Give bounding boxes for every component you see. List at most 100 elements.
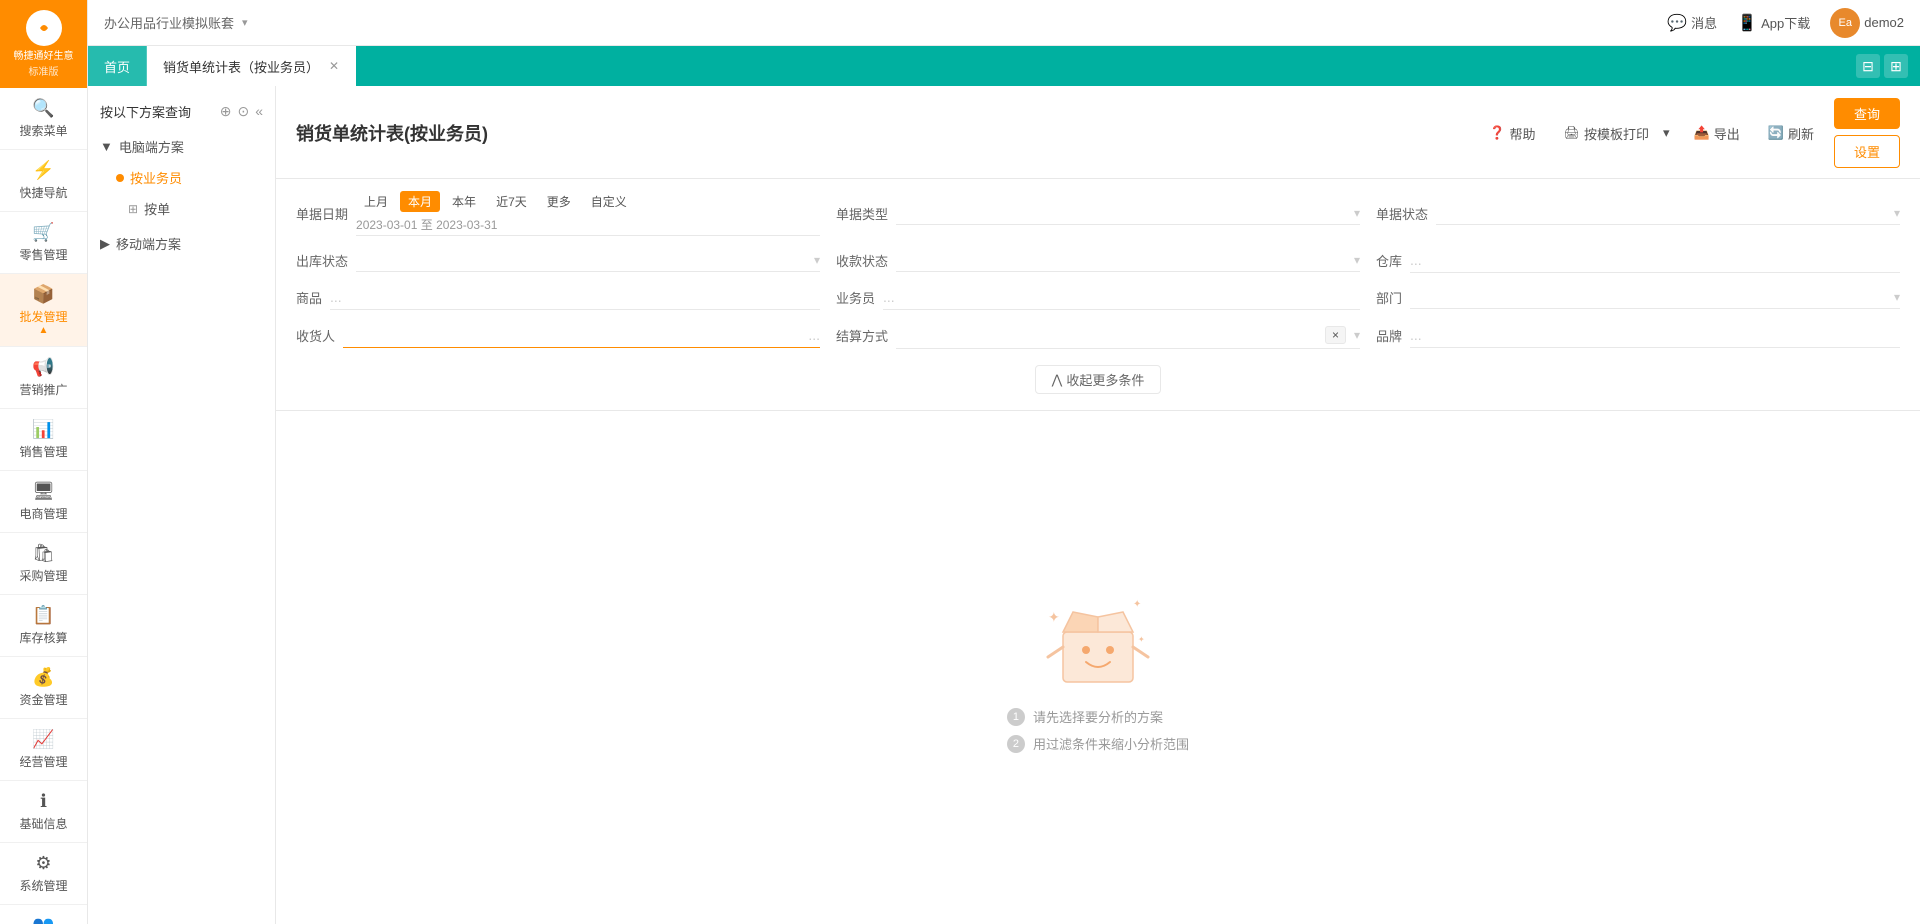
collapse-button[interactable]: ⋀ 收起更多条件 bbox=[1035, 365, 1162, 394]
plan-category-mobile[interactable]: ▶ 移动端方案 bbox=[88, 228, 275, 259]
filter-item-goods: 商品 ... bbox=[296, 285, 820, 310]
sidebar-item-label: 快捷导航 bbox=[19, 184, 67, 201]
tab-sales-stat[interactable]: 销货单统计表（按业务员） ✕ bbox=[147, 46, 356, 86]
app-download-action[interactable]: 📱 App下载 bbox=[1737, 13, 1810, 33]
settlement-tag: × bbox=[1325, 326, 1346, 344]
dept-chevron-icon: ▾ bbox=[1894, 290, 1900, 304]
sidebar-item-search[interactable]: 🔍 搜索菜单 bbox=[0, 88, 87, 150]
tab-close-icon[interactable]: ✕ bbox=[329, 59, 339, 73]
staff-more-icon[interactable]: ... bbox=[883, 289, 895, 305]
ecommerce-icon: 🖥 bbox=[32, 481, 55, 502]
collapse-panel-icon[interactable]: « bbox=[255, 103, 263, 120]
warehouse-more-icon[interactable]: ... bbox=[1410, 252, 1422, 268]
dept-select[interactable]: ▾ bbox=[1410, 286, 1900, 309]
sidebar-item-sales[interactable]: 📊 销售管理 bbox=[0, 409, 87, 471]
settlement-tag-close[interactable]: × bbox=[1332, 328, 1339, 342]
out-status-label: 出库状态 bbox=[296, 251, 348, 270]
empty-svg-icon: ✦ ✦ ✦ bbox=[1038, 582, 1158, 692]
date-tab-more[interactable]: 更多 bbox=[539, 191, 579, 212]
tab-minimize-button[interactable]: ⊟ bbox=[1856, 54, 1880, 78]
tab-maximize-button[interactable]: ⊞ bbox=[1884, 54, 1908, 78]
svg-text:✦: ✦ bbox=[1133, 599, 1141, 610]
print-button[interactable]: 🖨 按模板打印 bbox=[1556, 120, 1658, 147]
sidebar-item-ecommerce[interactable]: 🖥 电商管理 bbox=[0, 471, 87, 533]
sidebar-item-label: 零售管理 bbox=[19, 246, 67, 263]
bill-status-select[interactable]: ▾ bbox=[1436, 202, 1900, 225]
brand-more-icon[interactable]: ... bbox=[1410, 327, 1422, 343]
sidebar-item-label: 批发管理 bbox=[19, 308, 67, 325]
goods-more-icon[interactable]: ... bbox=[330, 289, 342, 305]
warehouse-label: 仓库 bbox=[1376, 251, 1402, 270]
out-status-select[interactable]: ▾ bbox=[356, 249, 820, 272]
tab-home-label: 首页 bbox=[104, 57, 130, 76]
query-button[interactable]: 查询 bbox=[1834, 98, 1900, 129]
plan-category-pc[interactable]: ▼ 电脑端方案 bbox=[88, 131, 275, 162]
retail-icon: 🛒 bbox=[32, 222, 54, 243]
empty-tip-2: 2 用过滤条件来缩小分析范围 bbox=[1007, 734, 1189, 753]
plan-item-by-staff[interactable]: 按业务员 bbox=[88, 162, 275, 193]
sidebar-item-label: 库存核算 bbox=[19, 629, 67, 646]
date-tab-this-month[interactable]: 本月 bbox=[400, 191, 440, 212]
workspace-dropdown-icon[interactable]: ▾ bbox=[242, 16, 248, 29]
right-action-buttons: 查询 设置 bbox=[1834, 98, 1900, 168]
search-icon: 🔍 bbox=[32, 98, 54, 119]
tip2-number: 2 bbox=[1007, 735, 1025, 753]
active-dot-icon bbox=[116, 174, 124, 182]
date-range-display: 2023-03-01 至 2023-03-31 bbox=[356, 214, 820, 236]
basic-info-icon: ℹ bbox=[40, 791, 47, 812]
sidebar-item-inventory[interactable]: 📋 库存核算 bbox=[0, 595, 87, 657]
settlement-select[interactable]: × ▾ bbox=[896, 322, 1360, 349]
empty-state: ✦ ✦ ✦ 1 请先选择要分析的方案 bbox=[276, 411, 1920, 924]
export-button[interactable]: 📤 导出 bbox=[1686, 120, 1748, 147]
date-tab-last-month[interactable]: 上月 bbox=[356, 191, 396, 212]
receipt-status-select[interactable]: ▾ bbox=[896, 249, 1360, 272]
collab-icon: 👥 bbox=[32, 915, 54, 924]
sidebar-logo: 畅捷通好生意 标准版 bbox=[0, 0, 88, 88]
add-plan-icon[interactable]: ⊕ bbox=[220, 103, 232, 120]
consignee-input[interactable] bbox=[343, 328, 804, 343]
flash-icon: ⚡ bbox=[32, 160, 54, 181]
print-label: 按模板打印 bbox=[1584, 124, 1649, 143]
consignee-more-icon[interactable]: ... bbox=[808, 327, 820, 343]
refresh-button[interactable]: 🔄 刷新 bbox=[1760, 120, 1822, 147]
tip1-text: 请先选择要分析的方案 bbox=[1033, 707, 1163, 726]
date-tab-custom[interactable]: 自定义 bbox=[583, 191, 635, 212]
filter-item-bill-type: 单据类型 ▾ bbox=[836, 202, 1360, 225]
sidebar-item-collab[interactable]: 👥 企业协同 bbox=[0, 905, 87, 924]
sidebar-item-marketing[interactable]: 📢 营销推广 bbox=[0, 347, 87, 409]
settlement-label: 结算方式 bbox=[836, 326, 888, 345]
date-tab-this-year[interactable]: 本年 bbox=[444, 191, 484, 212]
settlement-chevron-icon: ▾ bbox=[1354, 328, 1360, 342]
date-tab-7days[interactable]: 近7天 bbox=[488, 191, 535, 212]
sidebar-item-operations[interactable]: 📈 经营管理 bbox=[0, 719, 87, 781]
filter-area: 单据日期 上月 本月 本年 近7天 更多 自定义 2023-03-01 至 20… bbox=[276, 179, 1920, 411]
sidebar-item-wholesale[interactable]: 📦 批发管理 ▲ bbox=[0, 274, 87, 347]
print-dropdown-button[interactable]: ▾ bbox=[1659, 121, 1674, 145]
edit-plan-icon[interactable]: ⊙ bbox=[237, 103, 249, 120]
setting-button[interactable]: 设置 bbox=[1834, 135, 1900, 168]
bill-type-select[interactable]: ▾ bbox=[896, 202, 1360, 225]
receipt-status-label: 收款状态 bbox=[836, 251, 888, 270]
plan-item-by-order[interactable]: ⊞ 按单 bbox=[88, 193, 275, 224]
staff-control: ... bbox=[883, 285, 1360, 310]
purchase-icon: 🛍 bbox=[32, 543, 55, 564]
user-action[interactable]: Ea demo2 bbox=[1830, 8, 1904, 38]
help-label: 帮助 bbox=[1510, 124, 1536, 143]
empty-illustration: ✦ ✦ ✦ bbox=[1038, 582, 1158, 695]
sidebar-item-label: 采购管理 bbox=[19, 567, 67, 584]
staff-label: 业务员 bbox=[836, 288, 875, 307]
receipt-status-chevron-icon: ▾ bbox=[1354, 253, 1360, 267]
help-button[interactable]: ❓ 帮助 bbox=[1481, 120, 1543, 147]
content-area: 按以下方案查询 ⊕ ⊙ « ▼ 电脑端方案 按业务员 ⊞ 按单 bbox=[88, 86, 1920, 924]
sidebar-item-basic-info[interactable]: ℹ 基础信息 bbox=[0, 781, 87, 843]
header-actions: 💬 消息 📱 App下载 Ea demo2 bbox=[1667, 8, 1904, 38]
sidebar-item-retail[interactable]: 🛒 零售管理 bbox=[0, 212, 87, 274]
sidebar-item-finance[interactable]: 💰 资金管理 bbox=[0, 657, 87, 719]
sidebar-item-purchase[interactable]: 🛍 采购管理 bbox=[0, 533, 87, 595]
sub-item-icon: ⊞ bbox=[128, 202, 138, 216]
sidebar-item-quick-nav[interactable]: ⚡ 快捷导航 bbox=[0, 150, 87, 212]
message-action[interactable]: 💬 消息 bbox=[1667, 13, 1717, 33]
sidebar-item-system[interactable]: ⚙ 系统管理 bbox=[0, 843, 87, 905]
print-icon: 🖨 bbox=[1564, 125, 1581, 141]
tab-home[interactable]: 首页 bbox=[88, 46, 147, 86]
